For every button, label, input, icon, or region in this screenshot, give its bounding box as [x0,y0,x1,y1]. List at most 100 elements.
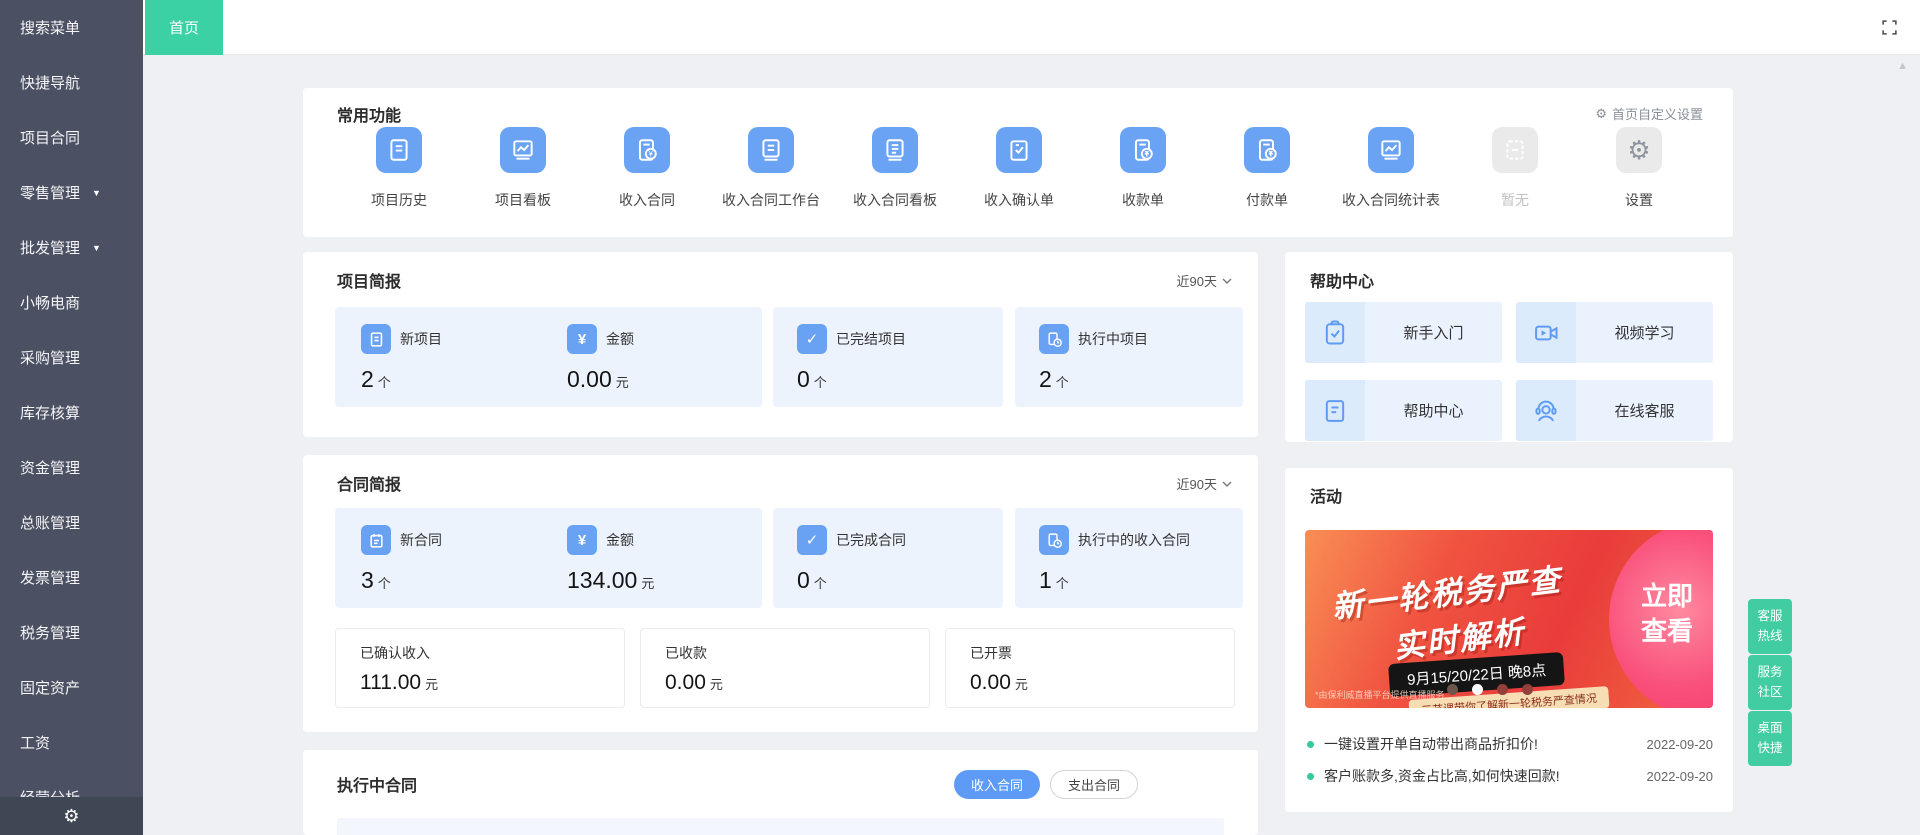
sidebar-item-search-menu[interactable]: 搜索菜单 [0,0,143,55]
tab-home[interactable]: 首页 [145,0,223,55]
section-title: 活动 [1310,489,1343,506]
floating-buttons: 客服热线 服务社区 桌面快捷 [1748,599,1792,767]
sidebar-item-quick-nav[interactable]: 快捷导航 [0,55,143,110]
sidebar-item-funds[interactable]: 资金管理 [0,440,143,495]
document-lines-icon [748,127,794,173]
empty-placeholder-icon [1492,127,1538,173]
stat-finished-contract: ✓ 已完成合同 0个 [797,525,906,594]
service-community-button[interactable]: 服务社区 [1748,655,1792,710]
sidebar-item-wholesale[interactable]: 批发管理 ▼ [0,220,143,275]
stat-running-income-contract: 执行中的收入合同 1个 [1039,525,1190,594]
doc-clock-icon [1039,525,1069,555]
fn-receipt-voucher[interactable]: 收款单 [1081,127,1205,210]
carousel-dot[interactable] [1497,684,1508,695]
yen-icon: ¥ [567,525,597,555]
contract-range-select[interactable]: 近90天 [1177,474,1232,493]
sidebar-item-purchasing[interactable]: 采购管理 [0,330,143,385]
stat-new-contract: 新合同 3个 [361,525,442,594]
help-online-service[interactable]: 在线客服 [1516,380,1713,441]
fn-income-contract-board[interactable]: 收入合同看板 [833,127,957,210]
checkbox-icon: ✓ [797,525,827,555]
section-title: 合同简报 [337,477,402,494]
project-finished-panel: ✓ 已完结项目 0个 [773,307,1003,407]
receipt-yen-in-icon [1120,127,1166,173]
gear-icon: ⚙ [1595,105,1607,121]
project-stats-panel: 新项目 2个 ¥ 金额 0.00 元 [335,307,762,407]
section-title: 项目简报 [337,274,402,291]
document-icon [361,324,391,354]
sidebar-item-inventory[interactable]: 库存核算 [0,385,143,440]
svg-text:¥: ¥ [648,150,654,159]
news-date: 2022-09-20 [1646,736,1714,752]
sidebar-settings-button[interactable]: ⚙ [0,797,143,835]
contract-yen-icon: ¥ [624,127,670,173]
stat-project-amount: ¥ 金额 0.00 元 [567,324,634,393]
stat-contract-amount: ¥ 金额 134.00 元 [567,525,654,594]
sidebar-item-ecommerce[interactable]: 小畅电商 [0,275,143,330]
activity-banner[interactable]: 新一轮税务严查 实时解析 9月15/20/22日 晚8点 三节课带你了解新一轮税… [1305,530,1713,708]
service-hotline-button[interactable]: 客服热线 [1748,599,1792,654]
common-functions-row: 项目历史 项目看板 ¥ 收入合同 收入合同工作台 收入合同看板 收入确认单 收款… [337,127,1701,210]
home-customize-button[interactable]: ⚙ 首页自定义设置 [1595,104,1703,123]
chevron-down-icon [1222,481,1232,487]
contract-finished-panel: ✓ 已完成合同 0个 [773,508,1003,608]
carousel-dot[interactable] [1447,684,1458,695]
total-received: 已收款 0.00 元 [640,628,930,708]
executing-contracts-card: 执行中合同 收入合同 支出合同 [303,750,1258,835]
fn-income-contract-workbench[interactable]: 收入合同工作台 [709,127,833,210]
calendar-doc-icon [361,525,391,555]
chevron-down-icon [1222,278,1232,284]
sidebar-item-project-contract[interactable]: 项目合同 [0,110,143,165]
sidebar: 搜索菜单 快捷导航 项目合同 零售管理 ▼ 批发管理 ▼ 小畅电商 采购管理 库存核… [0,0,143,835]
project-range-select[interactable]: 近90天 [1177,271,1232,290]
news-date: 2022-09-20 [1646,768,1714,784]
common-functions-card: 常用功能 ⚙ 首页自定义设置 项目历史 项目看板 ¥ 收入合同 收入合同工作台 … [303,88,1733,237]
yen-icon: ¥ [567,324,597,354]
news-item[interactable]: 客户账款多,资金占比高,如何快速回款! 2022-09-20 [1307,765,1713,787]
fn-income-contract-report[interactable]: 收入合同统计表 [1329,127,1453,210]
fn-payment-voucher[interactable]: 付款单 [1205,127,1329,210]
banner-cta-button[interactable]: 立即查看 [1639,579,1695,649]
fn-settings[interactable]: ⚙ 设置 [1577,127,1701,210]
stat-finished-project: ✓ 已完结项目 0个 [797,324,906,393]
sidebar-item-tax[interactable]: 税务管理 [0,605,143,660]
fn-income-contract[interactable]: ¥ 收入合同 [585,127,709,210]
help-center-card: 帮助中心 新手入门 视频学习 帮助中心 在线客服 [1285,252,1733,442]
fullscreen-icon[interactable] [1881,19,1898,36]
sidebar-item-payroll[interactable]: 工资 [0,715,143,770]
fn-income-confirm[interactable]: 收入确认单 [957,127,1081,210]
banner-note: *由保利威直播平台提供直播服务 [1315,690,1445,700]
help-help-center[interactable]: 帮助中心 [1305,380,1502,441]
tab-expense-contract[interactable]: 支出合同 [1049,770,1138,799]
tab-income-contract[interactable]: 收入合同 [953,770,1040,799]
fn-empty-slot[interactable]: 暂无 [1453,127,1577,210]
sidebar-item-fixed-assets[interactable]: 固定资产 [0,660,143,715]
topbar: 首页 [143,0,1920,55]
headset-agent-icon [1516,380,1576,441]
sidebar-item-ledger[interactable]: 总账管理 [0,495,143,550]
fn-project-history[interactable]: 项目历史 [337,127,461,210]
total-confirmed-income: 已确认收入 111.00 元 [335,628,625,708]
sidebar-item-retail[interactable]: 零售管理 ▼ [0,165,143,220]
table-header-strip [337,818,1224,835]
payment-yen-out-icon [1244,127,1290,173]
news-item[interactable]: 一键设置开单自动带出商品折扣价! 2022-09-20 [1307,733,1713,755]
check-doc-icon: ✓ [797,324,827,354]
sidebar-item-invoice[interactable]: 发票管理 [0,550,143,605]
project-running-panel: 执行中项目 2个 [1015,307,1243,407]
carousel-dot[interactable] [1522,684,1533,695]
help-grid: 新手入门 视频学习 帮助中心 在线客服 [1305,302,1713,441]
stats-chart-icon [1368,127,1414,173]
contract-running-panel: 执行中的收入合同 1个 [1015,508,1243,608]
stat-new-project: 新项目 2个 [361,324,442,393]
section-title: 常用功能 [337,108,402,125]
carousel-dot-active[interactable] [1472,684,1483,695]
scroll-top-icon[interactable]: ▲ [1897,60,1908,72]
bullet-dot-icon [1307,772,1314,780]
desktop-shortcut-button[interactable]: 桌面快捷 [1748,711,1792,766]
fn-project-board[interactable]: 项目看板 [461,127,585,210]
document-board-icon [872,127,918,173]
help-video-learning[interactable]: 视频学习 [1516,302,1713,363]
help-getting-started[interactable]: 新手入门 [1305,302,1502,363]
banner-cta-circle: 立即查看 [1609,530,1713,708]
